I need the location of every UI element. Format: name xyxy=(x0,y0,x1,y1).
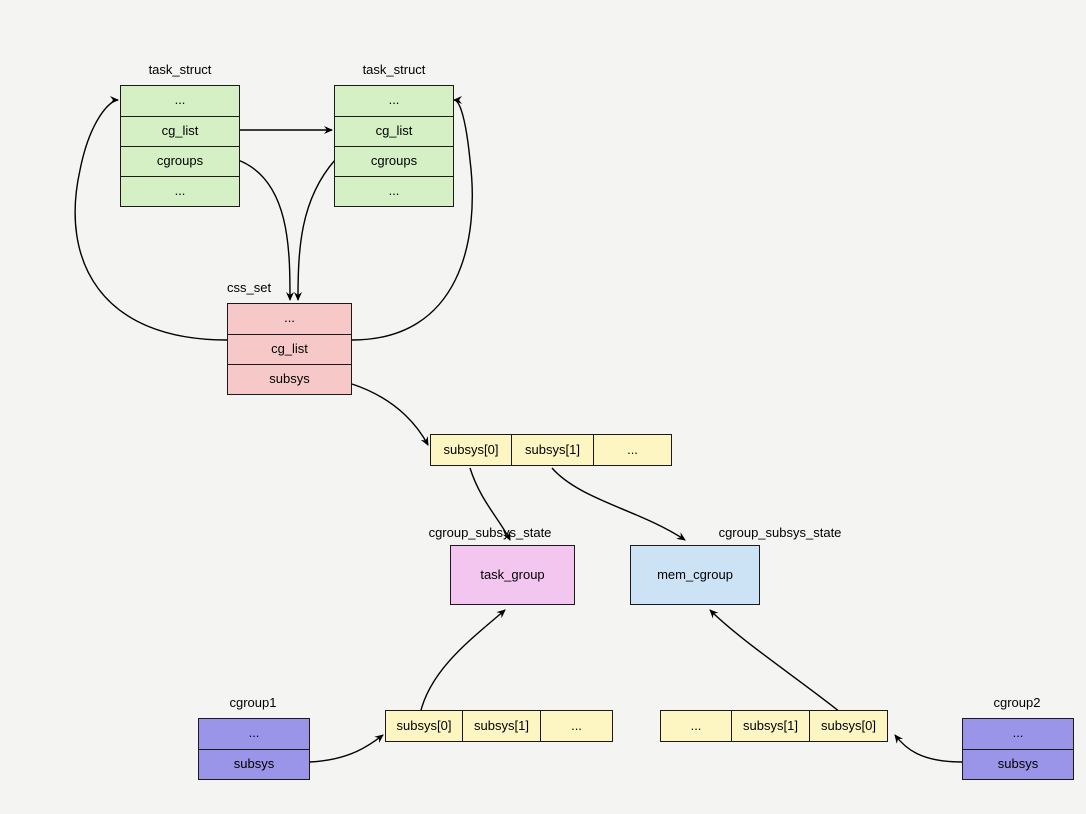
cgroup-subsys-state-b-title: cgroup_subsys_state xyxy=(700,525,860,540)
task-struct-b: ... cg_list cgroups ... xyxy=(334,85,454,207)
cgroup1: ... subsys xyxy=(198,718,310,780)
cgroup1-row-0: ... xyxy=(199,719,309,749)
css-set-row-1: cg_list xyxy=(228,334,351,364)
subsys-left-cell-0: subsys[0] xyxy=(385,710,463,742)
subsys-right-cell-2: subsys[0] xyxy=(810,710,888,742)
cgroup-subsys-state-a-title: cgroup_subsys_state xyxy=(360,525,620,540)
css-set-title: css_set xyxy=(227,280,352,295)
task-struct-b-row-3: ... xyxy=(335,176,453,206)
subsys-left-cell-1: subsys[1] xyxy=(463,710,541,742)
subsys-top-cell-2: ... xyxy=(594,434,672,466)
task-struct-b-row-1: cg_list xyxy=(335,116,453,146)
css-set-row-0: ... xyxy=(228,304,351,334)
mem-cgroup: mem_cgroup xyxy=(630,545,760,605)
subsys-right-cell-0: ... xyxy=(660,710,732,742)
task-struct-b-row-0: ... xyxy=(335,86,453,116)
cgroup2-row-1: subsys xyxy=(963,749,1073,779)
task-struct-a-row-3: ... xyxy=(121,176,239,206)
task-struct-a-row-2: cgroups xyxy=(121,146,239,176)
task-struct-a: ... cg_list cgroups ... xyxy=(120,85,240,207)
subsys-array-left: subsys[0] subsys[1] ... xyxy=(385,710,613,742)
css-set: ... cg_list subsys xyxy=(227,303,352,395)
cgroup1-title: cgroup1 xyxy=(198,695,308,710)
subsys-right-cell-1: subsys[1] xyxy=(732,710,810,742)
css-set-row-2: subsys xyxy=(228,364,351,394)
task-struct-a-row-1: cg_list xyxy=(121,116,239,146)
subsys-top-cell-0: subsys[0] xyxy=(430,434,512,466)
task-struct-b-title: task_struct xyxy=(334,62,454,77)
cgroup2-row-0: ... xyxy=(963,719,1073,749)
task-group: task_group xyxy=(450,545,575,605)
subsys-top-cell-1: subsys[1] xyxy=(512,434,594,466)
subsys-left-cell-2: ... xyxy=(541,710,613,742)
cgroup2-title: cgroup2 xyxy=(962,695,1072,710)
task-struct-a-title: task_struct xyxy=(120,62,240,77)
subsys-array-right: ... subsys[1] subsys[0] xyxy=(660,710,888,742)
task-struct-a-row-0: ... xyxy=(121,86,239,116)
cgroup1-row-1: subsys xyxy=(199,749,309,779)
task-struct-b-row-2: cgroups xyxy=(335,146,453,176)
cgroup2: ... subsys xyxy=(962,718,1074,780)
subsys-array-top: subsys[0] subsys[1] ... xyxy=(430,434,672,466)
